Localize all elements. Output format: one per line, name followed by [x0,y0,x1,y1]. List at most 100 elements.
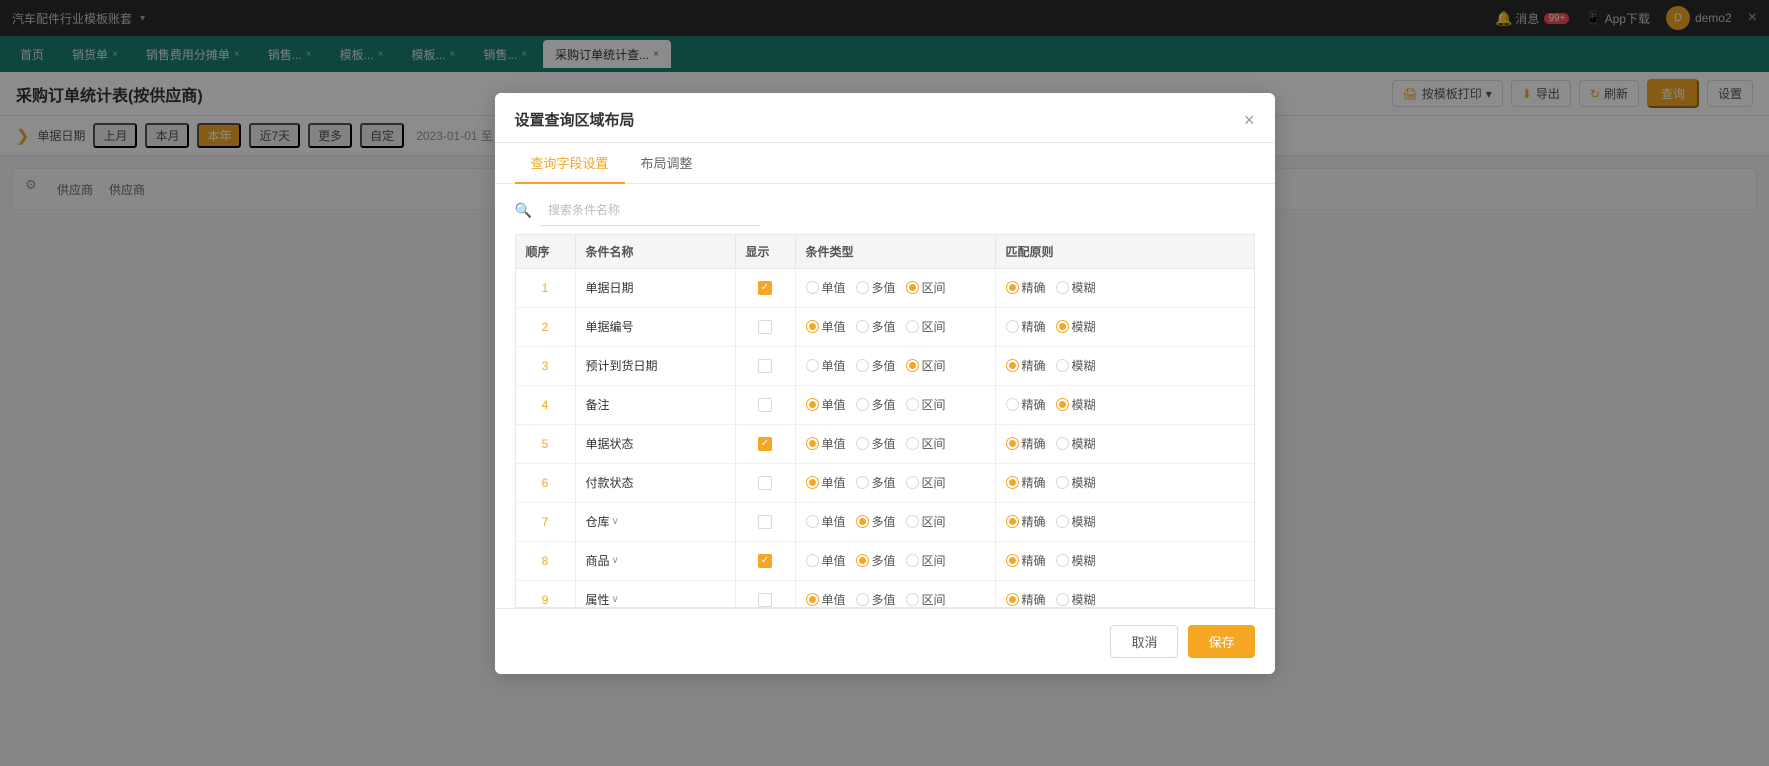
table-row: 4备注单值多值区间精确模糊 [516,386,1254,425]
cell-display-7[interactable]: ✓ [736,542,796,580]
radio-type-多值-0[interactable]: 多值 [856,279,896,296]
cell-display-6[interactable] [736,503,796,541]
radio-type-indicator-单值-4 [806,437,819,450]
cell-match-5: 精确模糊 [996,464,1216,502]
radio-match-模糊-2[interactable]: 模糊 [1056,357,1096,374]
radio-match-精确-3[interactable]: 精确 [1006,396,1046,413]
radio-type-单值-6[interactable]: 单值 [806,513,846,530]
cell-order-3: 4 [516,386,576,424]
radio-type-单值-7[interactable]: 单值 [806,552,846,569]
dialog-close-button[interactable]: × [1244,110,1255,131]
radio-type-单值-5[interactable]: 单值 [806,474,846,491]
cell-display-0[interactable]: ✓ [736,269,796,307]
radio-type-indicator-多值-4 [856,437,869,450]
radio-match-精确-4[interactable]: 精确 [1006,435,1046,452]
table-head: 顺序 条件名称 显示 条件类型 匹配原则 [515,234,1255,268]
radio-type-多值-5[interactable]: 多值 [856,474,896,491]
radio-type-多值-8[interactable]: 多值 [856,591,896,608]
cell-display-3[interactable] [736,386,796,424]
cell-display-5[interactable] [736,464,796,502]
radio-type-label-区间-7: 区间 [922,552,946,569]
radio-match-模糊-7[interactable]: 模糊 [1056,552,1096,569]
checkbox-display-4[interactable]: ✓ [758,437,772,451]
cell-display-2[interactable] [736,347,796,385]
checkbox-display-2[interactable] [758,359,772,373]
radio-match-indicator-精确-5 [1006,476,1019,489]
radio-type-单值-1[interactable]: 单值 [806,318,846,335]
dialog-tab-query-fields[interactable]: 查询字段设置 [515,143,625,184]
radio-type-单值-0[interactable]: 单值 [806,279,846,296]
radio-type-区间-6[interactable]: 区间 [906,513,946,530]
radio-match-模糊-5[interactable]: 模糊 [1056,474,1096,491]
radio-type-indicator-多值-8 [856,593,869,606]
radio-type-单值-8[interactable]: 单值 [806,591,846,608]
checkbox-display-8[interactable] [758,593,772,607]
checkbox-display-0[interactable]: ✓ [758,281,772,295]
search-input[interactable] [540,196,760,226]
radio-match-精确-8[interactable]: 精确 [1006,591,1046,608]
radio-match-indicator-精确-0 [1006,281,1019,294]
radio-match-精确-2[interactable]: 精确 [1006,357,1046,374]
radio-type-indicator-多值-0 [856,281,869,294]
radio-type-label-区间-2: 区间 [922,357,946,374]
checkbox-display-6[interactable] [758,515,772,529]
col-display-header: 显示 [736,235,796,268]
radio-type-区间-4[interactable]: 区间 [906,435,946,452]
radio-type-区间-1[interactable]: 区间 [906,318,946,335]
dialog-footer: 取消 保存 [495,608,1275,674]
radio-match-模糊-4[interactable]: 模糊 [1056,435,1096,452]
radio-type-多值-2[interactable]: 多值 [856,357,896,374]
radio-type-label-区间-3: 区间 [922,396,946,413]
checkbox-display-3[interactable] [758,398,772,412]
radio-type-区间-2[interactable]: 区间 [906,357,946,374]
cell-display-1[interactable] [736,308,796,346]
cell-order-6: 7 [516,503,576,541]
radio-match-精确-6[interactable]: 精确 [1006,513,1046,530]
radio-match-indicator-模糊-2 [1056,359,1069,372]
radio-match-indicator-模糊-6 [1056,515,1069,528]
radio-match-label-模糊-4: 模糊 [1072,435,1096,452]
cell-type-4: 单值多值 区间 [796,425,996,463]
radio-type-label-单值-3: 单值 [822,396,846,413]
radio-match-精确-5[interactable]: 精确 [1006,474,1046,491]
radio-type-区间-0[interactable]: 区间 [906,279,946,296]
radio-type-区间-3[interactable]: 区间 [906,396,946,413]
checkbox-display-5[interactable] [758,476,772,490]
radio-type-多值-3[interactable]: 多值 [856,396,896,413]
checkbox-display-7[interactable]: ✓ [758,554,772,568]
cancel-button[interactable]: 取消 [1110,625,1178,658]
radio-type-多值-4[interactable]: 多值 [856,435,896,452]
radio-match-精确-7[interactable]: 精确 [1006,552,1046,569]
checkbox-display-1[interactable] [758,320,772,334]
radio-type-label-多值-8: 多值 [872,591,896,608]
radio-match-模糊-8[interactable]: 模糊 [1056,591,1096,608]
radio-type-单值-3[interactable]: 单值 [806,396,846,413]
radio-match-精确-1[interactable]: 精确 [1006,318,1046,335]
radio-type-多值-1[interactable]: 多值 [856,318,896,335]
radio-type-单值-4[interactable]: 单值 [806,435,846,452]
radio-type-label-单值-5: 单值 [822,474,846,491]
radio-match-模糊-6[interactable]: 模糊 [1056,513,1096,530]
overlay: 设置查询区域布局 × 查询字段设置 布局调整 🔍 顺序 条件名称 显示 条件类型 [0,0,1769,766]
radio-match-模糊-1[interactable]: 模糊 [1056,318,1096,335]
radio-match-label-模糊-3: 模糊 [1072,396,1096,413]
radio-type-单值-2[interactable]: 单值 [806,357,846,374]
radio-type-区间-7[interactable]: 区间 [906,552,946,569]
cell-type-8: 单值 多值区间 [796,581,996,608]
radio-type-indicator-多值-6 [856,515,869,528]
radio-match-模糊-3[interactable]: 模糊 [1056,396,1096,413]
radio-type-多值-6[interactable]: 多值 [856,513,896,530]
radio-match-label-精确-8: 精确 [1022,591,1046,608]
save-button[interactable]: 保存 [1188,625,1254,658]
radio-type-区间-8[interactable]: 区间 [906,591,946,608]
cell-display-4[interactable]: ✓ [736,425,796,463]
radio-type-多值-7[interactable]: 多值 [856,552,896,569]
radio-type-label-区间-4: 区间 [922,435,946,452]
radio-match-模糊-0[interactable]: 模糊 [1056,279,1096,296]
dialog-tab-layout-adjust[interactable]: 布局调整 [625,143,709,184]
cell-display-8[interactable] [736,581,796,608]
radio-match-精确-0[interactable]: 精确 [1006,279,1046,296]
table-row: 5单据状态✓单值多值区间精确模糊 [516,425,1254,464]
radio-type-区间-5[interactable]: 区间 [906,474,946,491]
radio-type-label-多值-3: 多值 [872,396,896,413]
